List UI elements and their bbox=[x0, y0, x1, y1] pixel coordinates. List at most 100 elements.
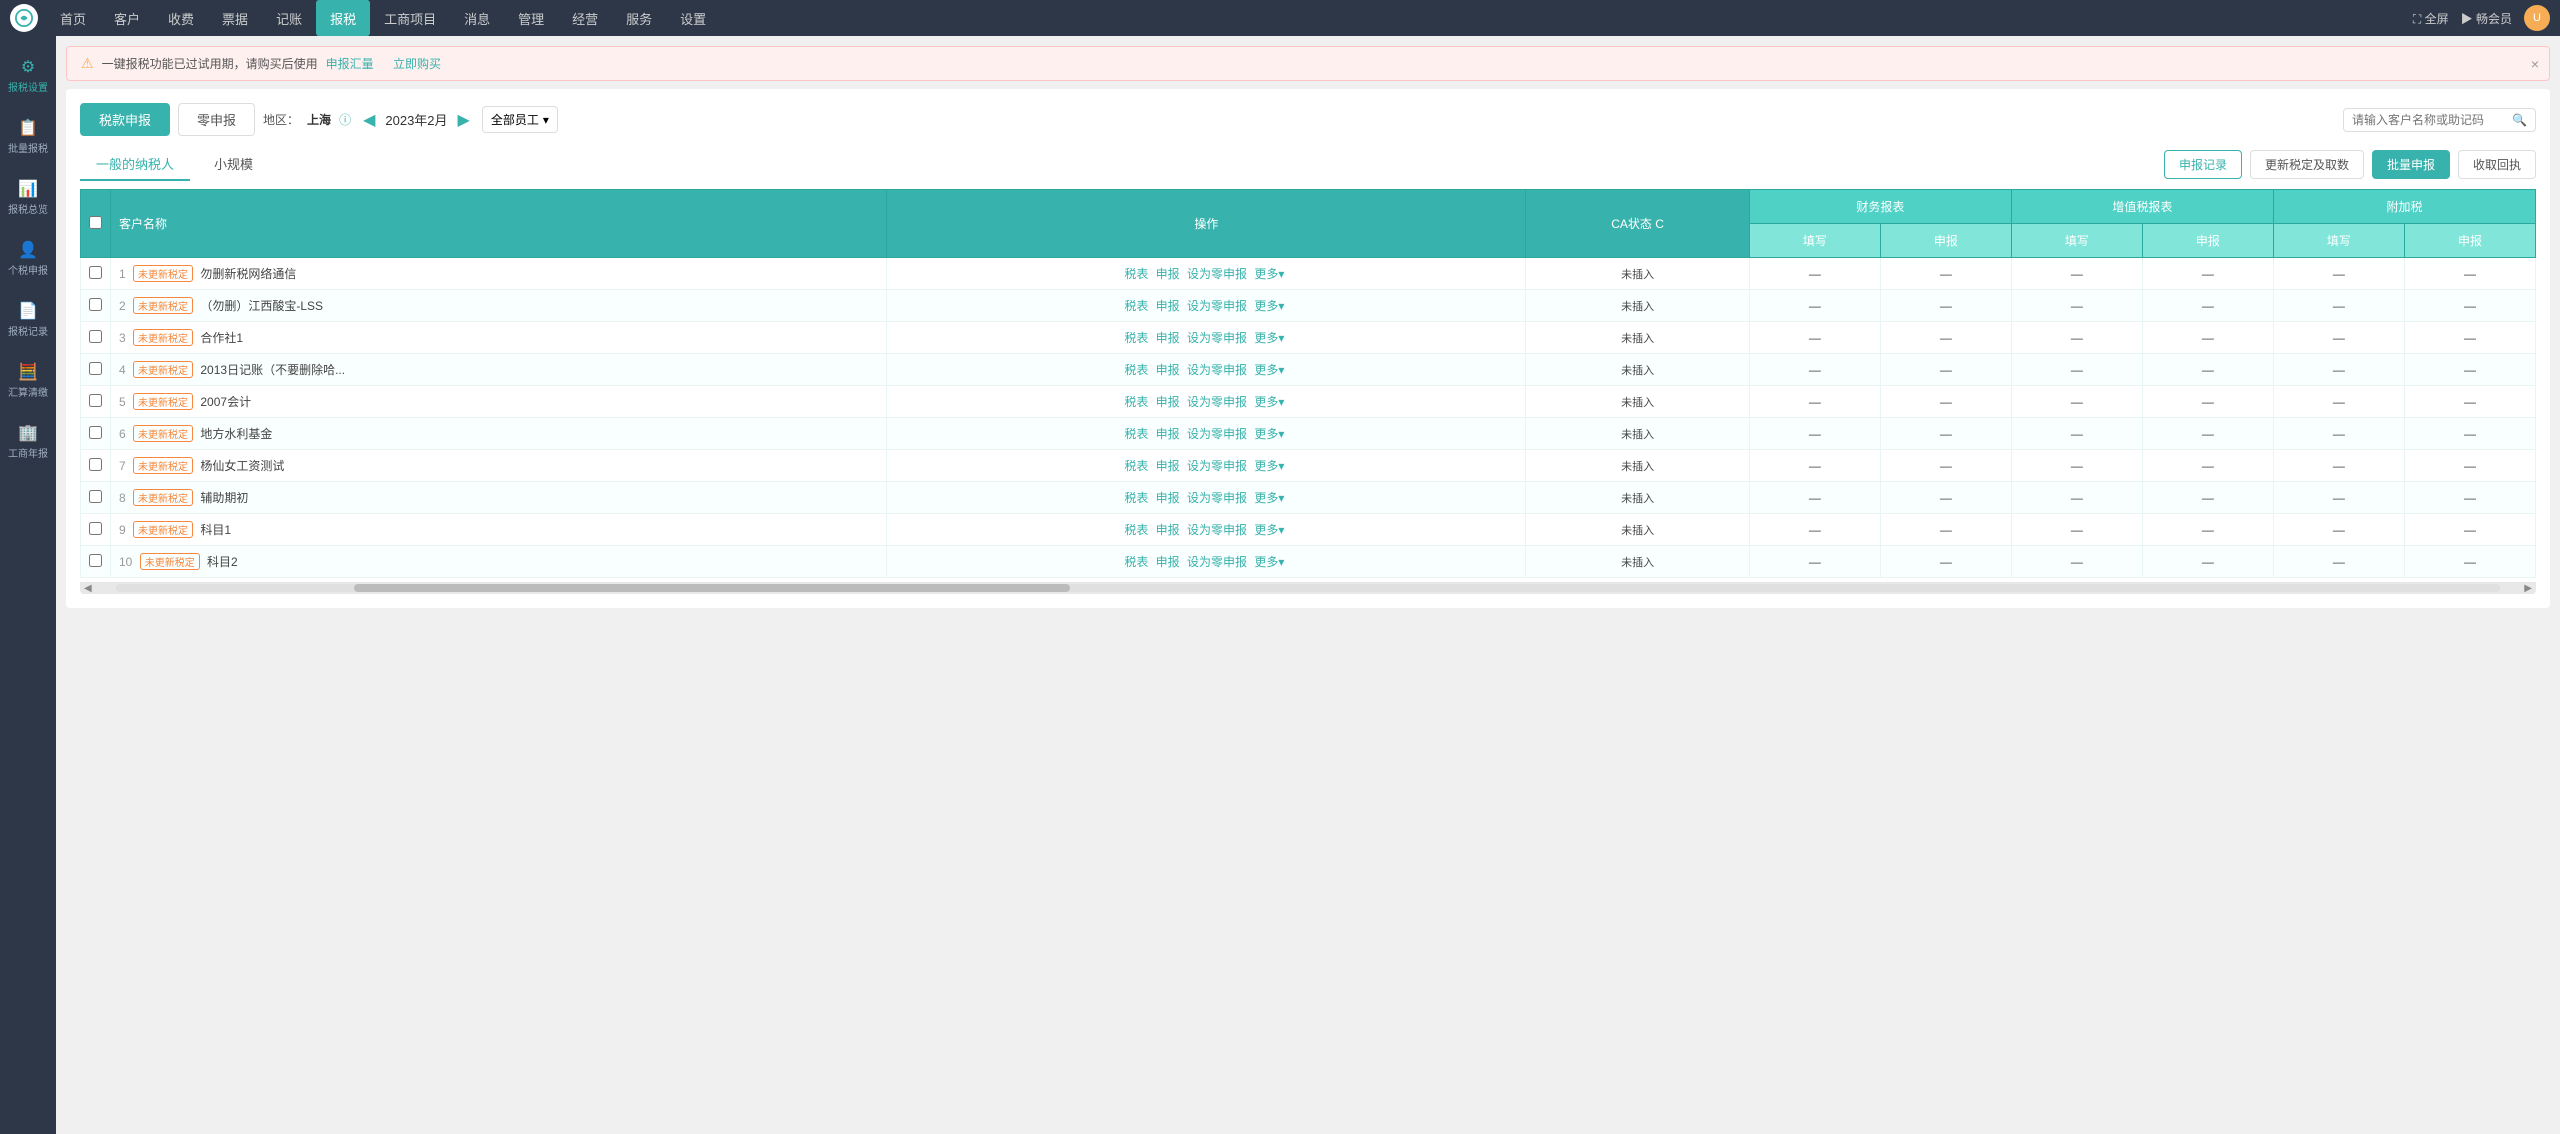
horizontal-scrollbar[interactable]: ◀ ▶ bbox=[80, 582, 2536, 594]
tab-general-taxpayer[interactable]: 一般的纳税人 bbox=[80, 148, 190, 181]
op-zero-declare-1[interactable]: 设为零申报 bbox=[1187, 299, 1247, 313]
prev-month-btn[interactable]: ◀ bbox=[359, 110, 379, 130]
nav-settings[interactable]: 设置 bbox=[666, 0, 720, 36]
op-tax-form-5[interactable]: 税表 bbox=[1124, 427, 1148, 441]
op-declare-6[interactable]: 申报 bbox=[1156, 459, 1180, 473]
row-checkbox-5[interactable] bbox=[89, 426, 102, 439]
op-declare-9[interactable]: 申报 bbox=[1156, 555, 1180, 569]
op-more-3[interactable]: 更多▾ bbox=[1254, 363, 1284, 377]
sidebar-item-personal-tax[interactable]: 👤 个税申报 bbox=[0, 227, 56, 288]
declaration-records-btn[interactable]: 申报记录 bbox=[2164, 150, 2242, 179]
select-all-checkbox[interactable] bbox=[89, 216, 102, 229]
op-more-4[interactable]: 更多▾ bbox=[1254, 395, 1284, 409]
op-declare-0[interactable]: 申报 bbox=[1156, 267, 1180, 281]
op-zero-declare-5[interactable]: 设为零申报 bbox=[1187, 427, 1247, 441]
sidebar-item-tax-overview[interactable]: 📊 报税总览 bbox=[0, 166, 56, 227]
op-tax-form-2[interactable]: 税表 bbox=[1124, 331, 1148, 345]
sidebar-item-tax-settings[interactable]: ⚙ 报税设置 bbox=[0, 44, 56, 105]
tab-small-scale[interactable]: 小规模 bbox=[198, 148, 269, 181]
op-more-1[interactable]: 更多▾ bbox=[1254, 299, 1284, 313]
op-zero-declare-9[interactable]: 设为零申报 bbox=[1187, 555, 1247, 569]
nav-manage[interactable]: 管理 bbox=[504, 0, 558, 36]
sidebar-item-tax-records[interactable]: 📄 报税记录 bbox=[0, 288, 56, 349]
op-more-5[interactable]: 更多▾ bbox=[1254, 427, 1284, 441]
row-checkbox-9[interactable] bbox=[89, 554, 102, 567]
nav-tax[interactable]: 报税 bbox=[316, 0, 370, 36]
upgrade-btn[interactable]: ▶ 畅会员 bbox=[2461, 10, 2512, 27]
sidebar-item-business-annual[interactable]: 🏢 工商年报 bbox=[0, 410, 56, 471]
nav-invoice[interactable]: 票据 bbox=[208, 0, 262, 36]
nav-accounting[interactable]: 记账 bbox=[262, 0, 316, 36]
cell-tax-report-2: — bbox=[2142, 322, 2273, 354]
notice-close-btn[interactable]: × bbox=[2531, 56, 2539, 72]
op-tax-form-9[interactable]: 税表 bbox=[1124, 555, 1148, 569]
row-checkbox-0[interactable] bbox=[89, 266, 102, 279]
nav-operation[interactable]: 经营 bbox=[558, 0, 612, 36]
user-avatar[interactable]: U bbox=[2524, 5, 2550, 31]
op-zero-declare-2[interactable]: 设为零申报 bbox=[1187, 331, 1247, 345]
op-zero-declare-0[interactable]: 设为零申报 bbox=[1187, 267, 1247, 281]
row-checkbox-2[interactable] bbox=[89, 330, 102, 343]
sidebar-item-settlement[interactable]: 🧮 汇算清缴 bbox=[0, 349, 56, 410]
op-more-6[interactable]: 更多▾ bbox=[1254, 459, 1284, 473]
op-more-2[interactable]: 更多▾ bbox=[1254, 331, 1284, 345]
sidebar-item-batch-tax[interactable]: 📋 批量报税 bbox=[0, 105, 56, 166]
row-checkbox-4[interactable] bbox=[89, 394, 102, 407]
op-declare-4[interactable]: 申报 bbox=[1156, 395, 1180, 409]
op-zero-declare-7[interactable]: 设为零申报 bbox=[1187, 491, 1247, 505]
op-declare-2[interactable]: 申报 bbox=[1156, 331, 1180, 345]
op-declare-7[interactable]: 申报 bbox=[1156, 491, 1180, 505]
op-declare-5[interactable]: 申报 bbox=[1156, 427, 1180, 441]
op-more-0[interactable]: 更多▾ bbox=[1254, 267, 1284, 281]
search-input[interactable] bbox=[2352, 113, 2512, 127]
op-tax-form-6[interactable]: 税表 bbox=[1124, 459, 1148, 473]
cell-ops-7: 税表 申报 设为零申报 更多▾ bbox=[887, 482, 1526, 514]
op-zero-declare-3[interactable]: 设为零申报 bbox=[1187, 363, 1247, 377]
search-icon[interactable]: 🔍 bbox=[2512, 113, 2527, 127]
notice-text: 一键报税功能已过试用期，请购买后使用 bbox=[102, 55, 318, 72]
update-tax-btn[interactable]: 更新税定及取数 bbox=[2250, 150, 2364, 179]
op-declare-1[interactable]: 申报 bbox=[1156, 299, 1180, 313]
op-declare-8[interactable]: 申报 bbox=[1156, 523, 1180, 537]
op-zero-declare-8[interactable]: 设为零申报 bbox=[1187, 523, 1247, 537]
row-checkbox-7[interactable] bbox=[89, 490, 102, 503]
tab-tax-declaration[interactable]: 税款申报 bbox=[80, 103, 170, 136]
op-zero-declare-6[interactable]: 设为零申报 bbox=[1187, 459, 1247, 473]
fullscreen-btn[interactable]: ⛶ 全屏 bbox=[2413, 10, 2449, 27]
tab-zero-declaration[interactable]: 零申报 bbox=[178, 103, 255, 136]
op-tax-form-3[interactable]: 税表 bbox=[1124, 363, 1148, 377]
nav-service[interactable]: 服务 bbox=[612, 0, 666, 36]
top-navigation: 首页 客户 收费 票据 记账 报税 工商项目 消息 管理 经营 服务 设置 ⛶ … bbox=[0, 0, 2560, 36]
row-checkbox-1[interactable] bbox=[89, 298, 102, 311]
scroll-left-arrow[interactable]: ◀ bbox=[80, 583, 96, 594]
row-checkbox-8[interactable] bbox=[89, 522, 102, 535]
row-checkbox-6[interactable] bbox=[89, 458, 102, 471]
scroll-right-arrow[interactable]: ▶ bbox=[2520, 583, 2536, 594]
notice-link1[interactable]: 申报汇量 bbox=[326, 55, 374, 72]
op-declare-3[interactable]: 申报 bbox=[1156, 363, 1180, 377]
op-more-8[interactable]: 更多▾ bbox=[1254, 523, 1284, 537]
row-checkbox-3[interactable] bbox=[89, 362, 102, 375]
cell-add-fill-2: — bbox=[2273, 322, 2404, 354]
employee-select[interactable]: 全部员工 ▾ bbox=[482, 106, 558, 133]
op-more-7[interactable]: 更多▾ bbox=[1254, 491, 1284, 505]
nav-business[interactable]: 工商项目 bbox=[370, 0, 450, 36]
op-tax-form-4[interactable]: 税表 bbox=[1124, 395, 1148, 409]
nav-message[interactable]: 消息 bbox=[450, 0, 504, 36]
collect-receipt-btn[interactable]: 收取回执 bbox=[2458, 150, 2536, 179]
next-month-btn[interactable]: ▶ bbox=[454, 110, 474, 130]
batch-declare-btn[interactable]: 批量申报 bbox=[2372, 150, 2450, 179]
op-zero-declare-4[interactable]: 设为零申报 bbox=[1187, 395, 1247, 409]
nav-billing[interactable]: 收费 bbox=[154, 0, 208, 36]
nav-customer[interactable]: 客户 bbox=[100, 0, 154, 36]
info-icon[interactable]: ⓘ bbox=[339, 111, 351, 128]
scroll-thumb[interactable] bbox=[354, 584, 1069, 592]
op-tax-form-0[interactable]: 税表 bbox=[1124, 267, 1148, 281]
nav-home[interactable]: 首页 bbox=[46, 0, 100, 36]
op-tax-form-1[interactable]: 税表 bbox=[1124, 299, 1148, 313]
op-tax-form-7[interactable]: 税表 bbox=[1124, 491, 1148, 505]
notice-link2[interactable]: 立即购买 bbox=[393, 55, 441, 72]
cell-tax-fill-0: — bbox=[2011, 258, 2142, 290]
op-more-9[interactable]: 更多▾ bbox=[1254, 555, 1284, 569]
op-tax-form-8[interactable]: 税表 bbox=[1124, 523, 1148, 537]
